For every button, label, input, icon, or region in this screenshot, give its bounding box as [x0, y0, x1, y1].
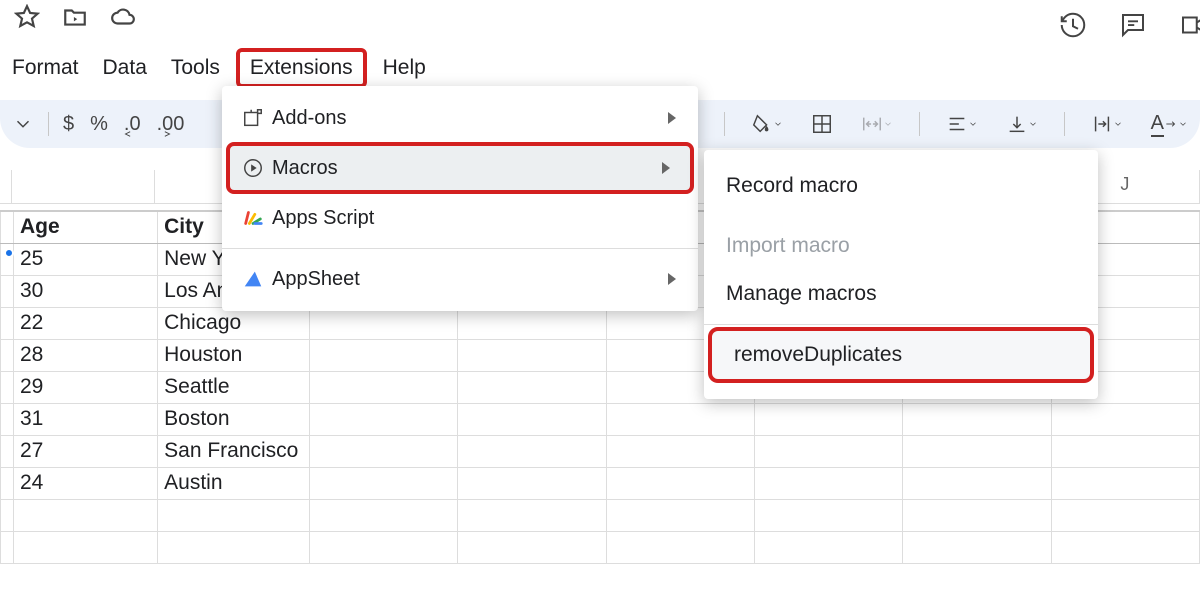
meet-icon[interactable] — [1178, 10, 1200, 45]
col-head[interactable] — [0, 170, 12, 204]
comment-icon[interactable] — [1118, 10, 1148, 45]
menu-item-label: Add-ons — [272, 107, 347, 130]
table-row[interactable]: 24Austin — [1, 467, 1200, 499]
menu-tools[interactable]: Tools — [159, 52, 232, 84]
table-row[interactable]: 27San Francisco — [1, 435, 1200, 467]
chevron-right-icon — [668, 273, 676, 285]
cell: 25 — [14, 243, 158, 275]
menu-item-label: AppSheet — [272, 268, 360, 291]
submenu-record-macro[interactable]: Record macro — [704, 162, 1098, 210]
cell: Chicago — [158, 307, 310, 339]
menubar: Format Data Tools Extensions Help — [0, 52, 438, 84]
menu-item-apps-script[interactable]: Apps Script — [222, 194, 698, 242]
menu-item-appsheet[interactable]: AppSheet — [222, 255, 698, 303]
cell: 28 — [14, 339, 158, 371]
star-icon[interactable] — [14, 4, 40, 35]
v-align-button[interactable] — [998, 109, 1046, 139]
cell: San Francisco — [158, 435, 310, 467]
play-icon — [234, 157, 272, 179]
menu-item-label: Apps Script — [272, 207, 374, 230]
text-rotation-button[interactable]: A — [1143, 108, 1196, 141]
appsscript-icon — [234, 207, 272, 229]
appsheet-icon — [234, 268, 272, 290]
menu-format[interactable]: Format — [0, 52, 91, 84]
currency-button[interactable]: $ — [55, 109, 82, 140]
fill-color-button[interactable] — [743, 109, 791, 139]
cell: 29 — [14, 371, 158, 403]
extensions-menu: Add-ons Macros Apps Script AppSheet — [222, 86, 698, 311]
move-folder-icon[interactable] — [62, 4, 88, 35]
percent-button[interactable]: % — [82, 109, 116, 140]
age-header: Age — [14, 211, 158, 243]
menu-help[interactable]: Help — [371, 52, 438, 84]
cloud-icon[interactable] — [110, 4, 136, 35]
cell: 31 — [14, 403, 158, 435]
chevron-right-icon — [668, 112, 676, 124]
cell: 24 — [14, 467, 158, 499]
dropdown-icon[interactable] — [4, 109, 42, 139]
menu-separator — [704, 324, 1098, 325]
menu-data[interactable]: Data — [91, 52, 159, 84]
decrease-decimal-button[interactable]: .0 — [116, 109, 149, 140]
merge-button[interactable] — [853, 109, 901, 139]
selection-handle[interactable] — [4, 248, 14, 258]
macros-submenu: Record macro Import macro Manage macros … — [704, 150, 1098, 399]
menu-item-label: Macros — [272, 157, 338, 180]
menu-separator — [222, 248, 698, 249]
borders-button[interactable] — [803, 109, 841, 139]
table-row[interactable]: 31Boston — [1, 403, 1200, 435]
cell: Houston — [158, 339, 310, 371]
chevron-right-icon — [662, 162, 670, 174]
increase-decimal-button[interactable]: .00 — [149, 109, 193, 140]
addons-icon — [234, 107, 272, 129]
submenu-import-macro: Import macro — [704, 222, 1098, 270]
text-wrap-button[interactable] — [1083, 109, 1131, 139]
submenu-manage-macros[interactable]: Manage macros — [704, 270, 1098, 318]
table-row[interactable] — [1, 499, 1200, 531]
cell: Seattle — [158, 371, 310, 403]
h-align-button[interactable] — [938, 109, 986, 139]
table-row[interactable] — [1, 531, 1200, 563]
cell: Austin — [158, 467, 310, 499]
cell: 22 — [14, 307, 158, 339]
menu-item-addons[interactable]: Add-ons — [222, 94, 698, 142]
submenu-remove-duplicates[interactable]: removeDuplicates — [712, 331, 1090, 379]
col-head[interactable] — [12, 170, 155, 204]
menu-item-macros[interactable]: Macros — [228, 144, 692, 192]
cell: 27 — [14, 435, 158, 467]
history-icon[interactable] — [1058, 10, 1088, 45]
cell: Boston — [158, 403, 310, 435]
menu-extensions[interactable]: Extensions — [236, 48, 367, 88]
cell: 30 — [14, 275, 158, 307]
